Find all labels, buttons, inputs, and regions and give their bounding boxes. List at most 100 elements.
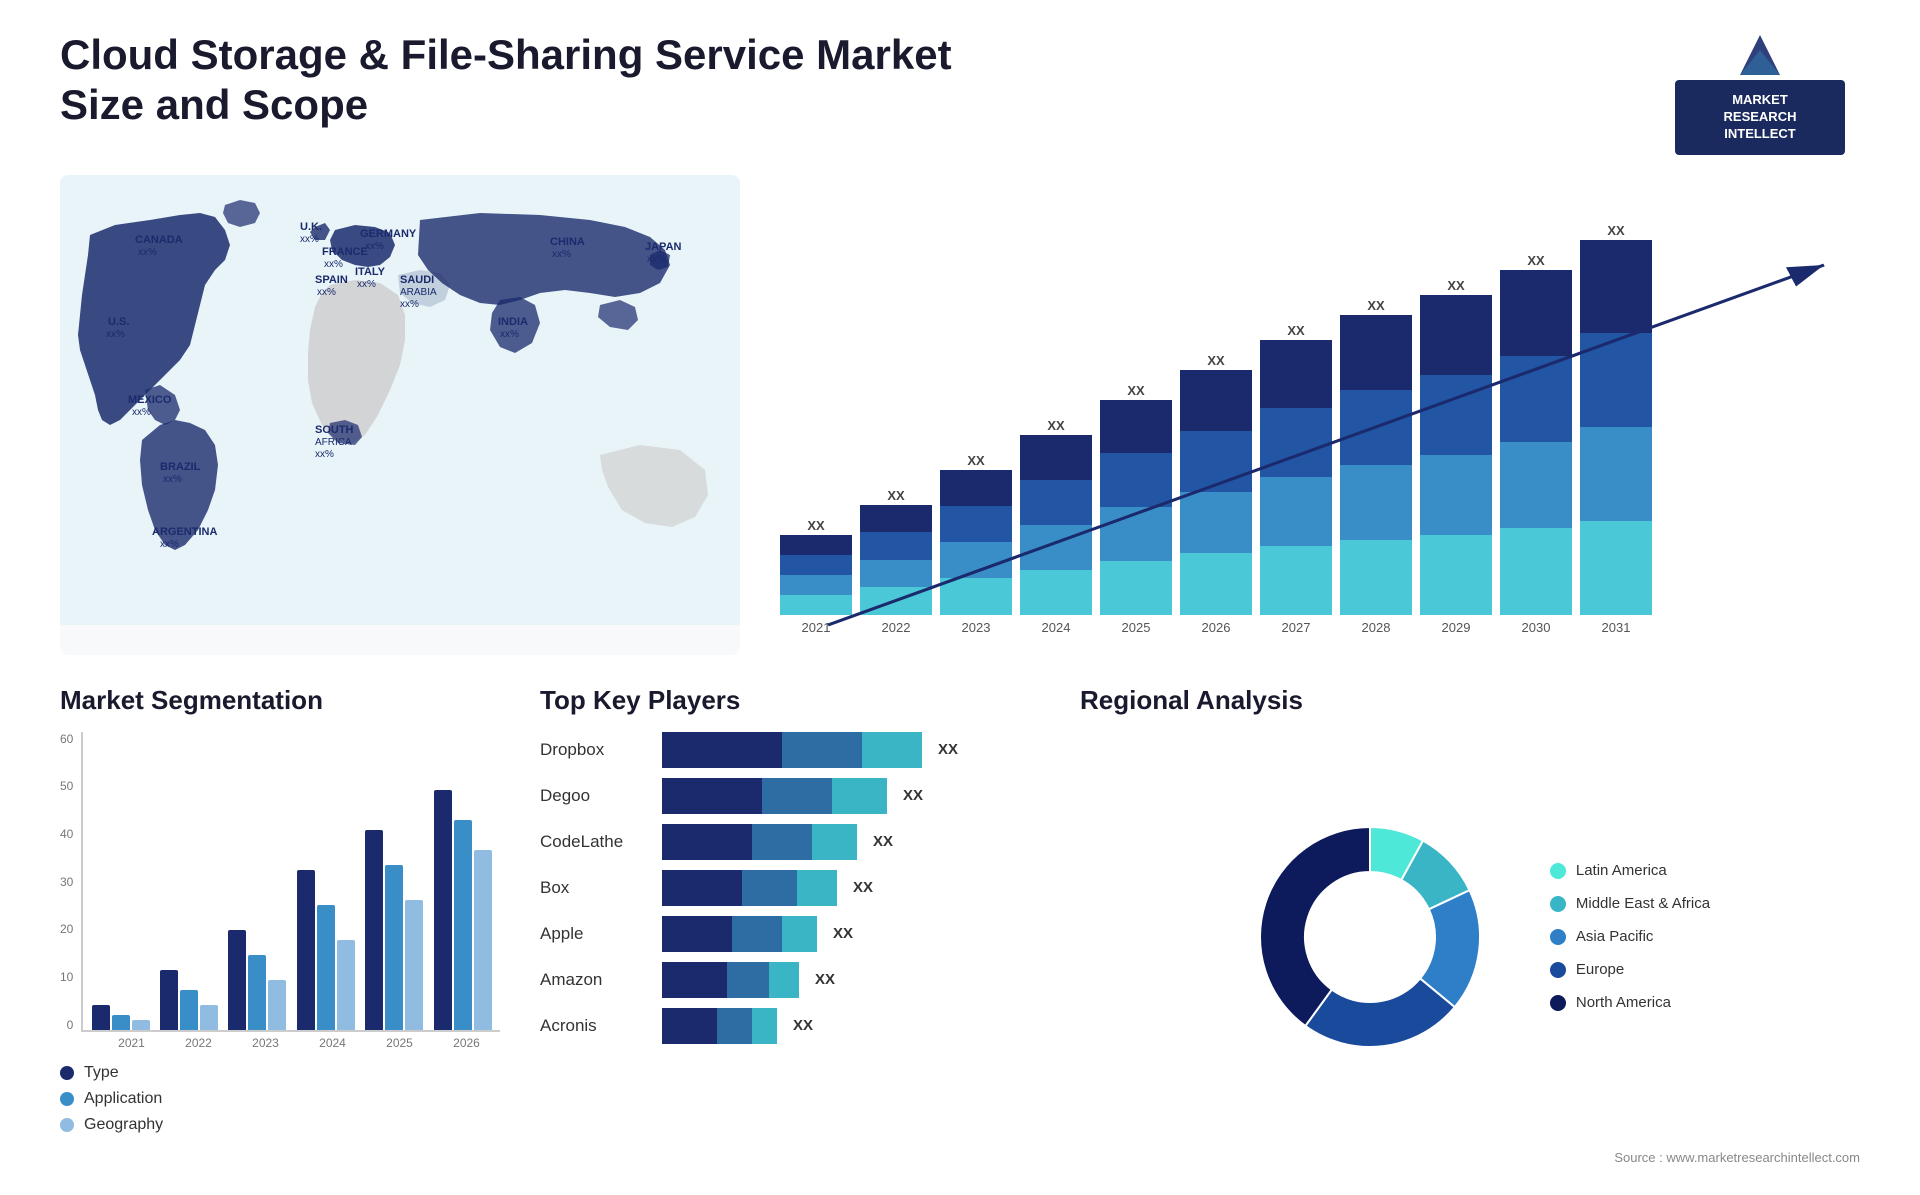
regional-legend-item: Asia Pacific	[1550, 928, 1710, 945]
player-name: Dropbox	[540, 740, 650, 760]
player-bar-container: XX	[662, 962, 1040, 998]
bar-xx-label: XX	[1127, 383, 1144, 398]
svg-text:xx%: xx%	[647, 254, 666, 265]
bar-seg3	[832, 778, 887, 814]
growth-chart-container: XX2021XX2022XX2023XX2024XX2025XX2026XX20…	[780, 175, 1860, 655]
world-map-svg: CANADA xx% U.S. xx% MEXICO xx% BRAZIL xx…	[60, 175, 740, 625]
player-row: CodeLathe XX	[540, 824, 1040, 860]
bar-segment	[1180, 492, 1252, 553]
svg-text:SPAIN: SPAIN	[315, 274, 348, 286]
seg-bar	[365, 830, 383, 1030]
year-label: 2029	[1442, 620, 1471, 635]
bar-seg3	[812, 824, 857, 860]
svg-text:xx%: xx%	[500, 329, 519, 340]
bar-seg3	[782, 916, 817, 952]
player-name: CodeLathe	[540, 832, 650, 852]
bar-segment	[940, 470, 1012, 506]
header: Cloud Storage & File-Sharing Service Mar…	[60, 30, 1860, 155]
stacked-bar	[1580, 240, 1652, 615]
bar-xx-label: XX	[887, 488, 904, 503]
bar-seg2	[752, 824, 812, 860]
legend-dot-geography	[60, 1118, 74, 1132]
growth-bar-col: XX2029	[1420, 278, 1492, 635]
bar-segment	[1020, 435, 1092, 480]
seg-bar	[385, 865, 403, 1030]
svg-text:xx%: xx%	[315, 449, 334, 460]
players-list: DropboxXXDegooXXCodeLatheXXBoxXXAppleXXA…	[540, 732, 1040, 1044]
bar-segment	[780, 575, 852, 595]
player-value: XX	[873, 833, 893, 850]
seg-bar	[337, 940, 355, 1030]
donut-segment	[1260, 827, 1370, 1026]
bar-segment	[1420, 535, 1492, 615]
player-row: BoxXX	[540, 870, 1040, 906]
player-row: AcronisXX	[540, 1008, 1040, 1044]
seg-group	[431, 790, 495, 1030]
stacked-bar	[1100, 400, 1172, 615]
regional-legend-dot	[1550, 962, 1566, 978]
player-value: XX	[815, 971, 835, 988]
growth-bar-col: XX2028	[1340, 298, 1412, 635]
seg-bar	[297, 870, 315, 1030]
seg-group	[294, 870, 358, 1030]
bar-seg1	[662, 732, 782, 768]
svg-text:xx%: xx%	[132, 407, 151, 418]
bar-segment	[1180, 553, 1252, 614]
bar-segment	[1180, 431, 1252, 492]
bar-seg3	[862, 732, 922, 768]
year-label: 2031	[1602, 620, 1631, 635]
regional-legend-item: North America	[1550, 994, 1710, 1011]
bar-segment	[1580, 521, 1652, 615]
svg-text:FRANCE: FRANCE	[322, 246, 368, 258]
bar-seg1	[662, 962, 727, 998]
segmentation-title: Market Segmentation	[60, 685, 500, 716]
seg-bar	[200, 1005, 218, 1030]
bar-segment	[1580, 427, 1652, 521]
bar-segment	[1260, 408, 1332, 477]
bar-segment	[1420, 375, 1492, 455]
player-row: DropboxXX	[540, 732, 1040, 768]
seg-bar	[474, 850, 492, 1030]
page-title: Cloud Storage & File-Sharing Service Mar…	[60, 30, 960, 131]
svg-text:xx%: xx%	[365, 241, 384, 252]
year-label: 2027	[1282, 620, 1311, 635]
growth-bar-col: XX2025	[1100, 383, 1172, 635]
player-value: XX	[903, 787, 923, 804]
bar-seg2	[717, 1008, 752, 1044]
bar-xx-label: XX	[1287, 323, 1304, 338]
bar-segment	[1500, 442, 1572, 528]
bar-segment	[780, 555, 852, 575]
bar-segment	[1020, 570, 1092, 615]
svg-text:MEXICO: MEXICO	[128, 394, 172, 406]
map-container: CANADA xx% U.S. xx% MEXICO xx% BRAZIL xx…	[60, 175, 740, 655]
svg-text:xx%: xx%	[317, 287, 336, 298]
bar-segment	[1100, 400, 1172, 454]
year-label: 2022	[882, 620, 911, 635]
bar-segment	[780, 595, 852, 615]
svg-text:GERMANY: GERMANY	[360, 228, 417, 240]
bar-seg3	[797, 870, 837, 906]
svg-text:xx%: xx%	[552, 249, 571, 260]
seg-bar	[112, 1015, 130, 1030]
bar-xx-label: XX	[967, 453, 984, 468]
bar-seg3	[752, 1008, 777, 1044]
svg-text:JAPAN: JAPAN	[645, 241, 682, 253]
seg-bar	[268, 980, 286, 1030]
seg-bar	[92, 1005, 110, 1030]
player-row: DegooXX	[540, 778, 1040, 814]
logo-line3: INTELLECT	[1691, 126, 1829, 143]
bar-xx-label: XX	[1607, 223, 1624, 238]
regional-legend-dot	[1550, 995, 1566, 1011]
stacked-bar	[1260, 340, 1332, 615]
bar-segment	[940, 578, 1012, 614]
bar-xx-label: XX	[1367, 298, 1384, 313]
bar-segment	[1260, 477, 1332, 546]
player-value: XX	[833, 925, 853, 942]
player-bar-container: XX	[662, 778, 1040, 814]
seg-bars-container	[83, 732, 500, 1030]
bar-seg2	[732, 916, 782, 952]
bar-xx-label: XX	[1047, 418, 1064, 433]
player-bar	[662, 962, 799, 998]
logo-container: MARKET RESEARCH INTELLECT	[1660, 30, 1860, 155]
bar-segment	[1340, 465, 1412, 540]
